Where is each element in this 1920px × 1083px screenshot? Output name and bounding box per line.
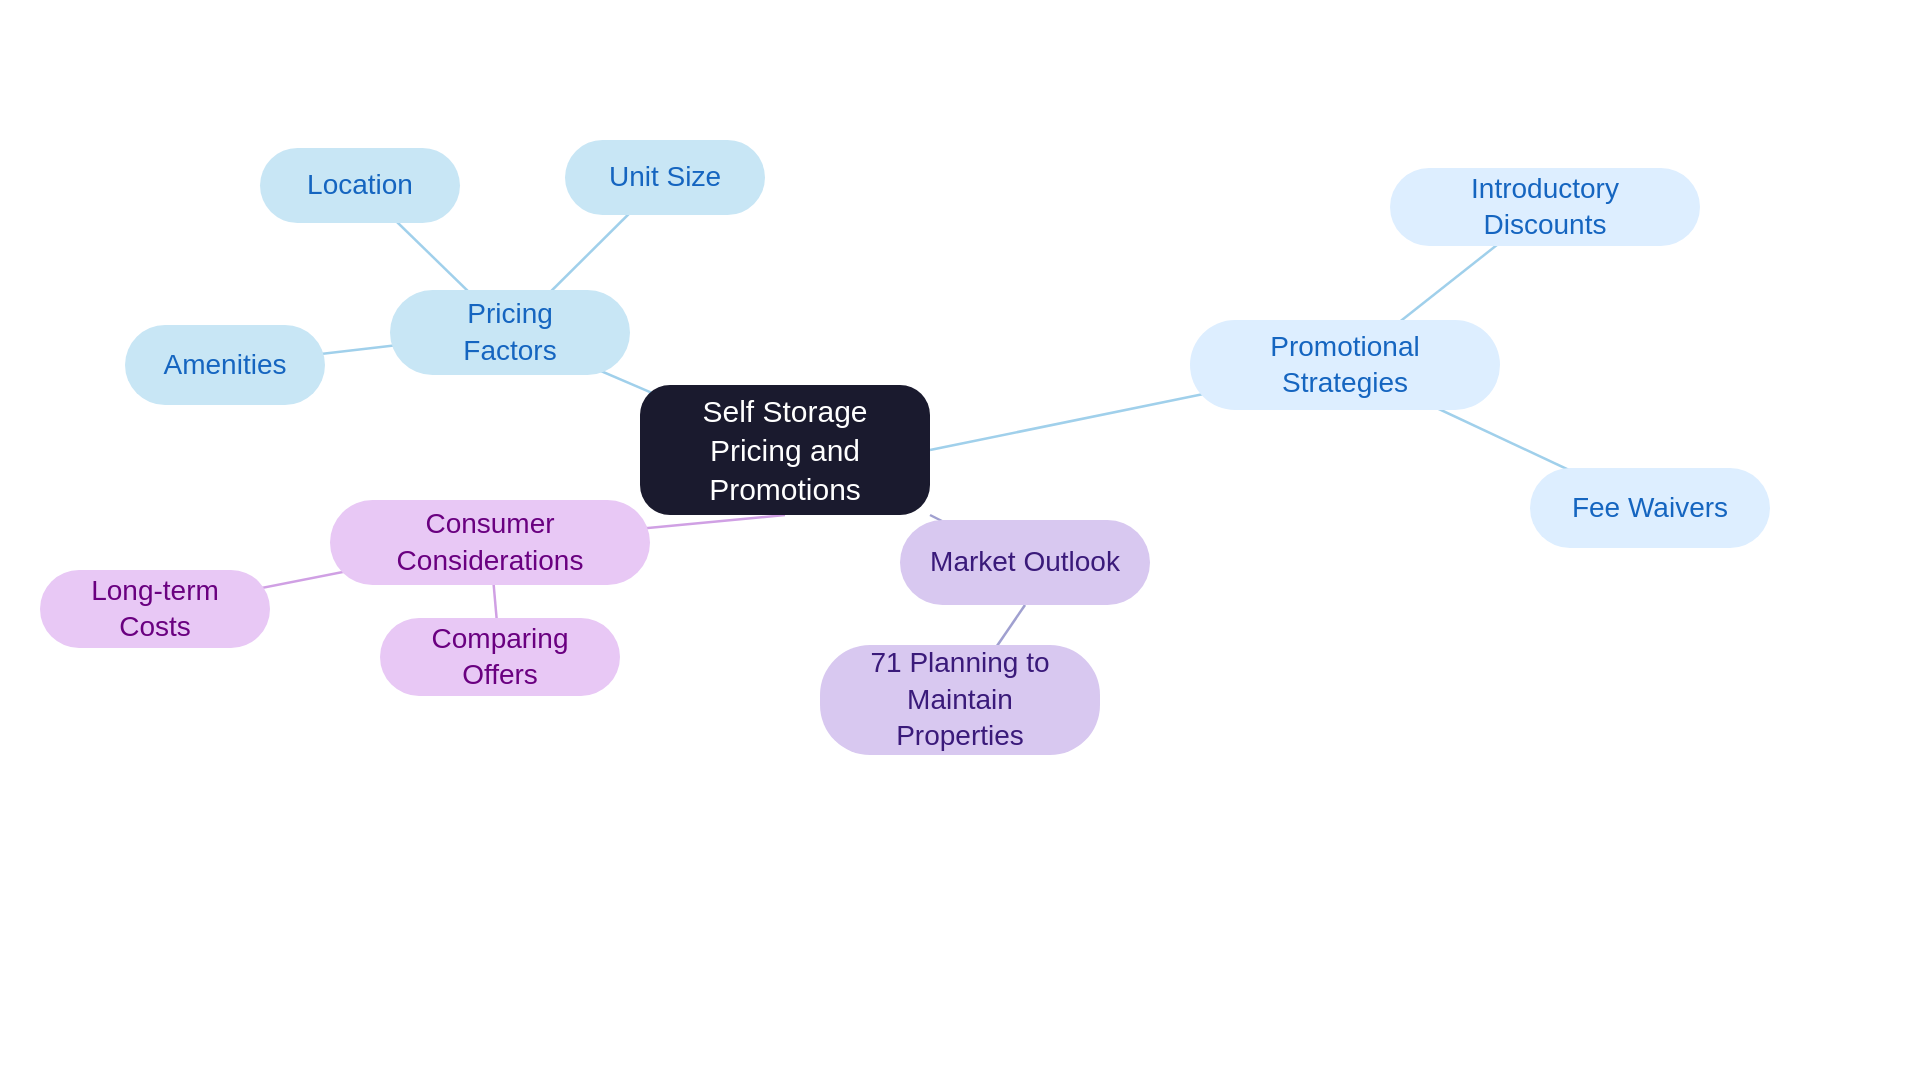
planning-maintain-node[interactable]: 71 Planning to Maintain Properties [820, 645, 1100, 755]
comparing-offers-node[interactable]: Comparing Offers [380, 618, 620, 696]
fee-waivers-node[interactable]: Fee Waivers [1530, 468, 1770, 548]
unit-size-node[interactable]: Unit Size [565, 140, 765, 215]
introductory-discounts-node[interactable]: Introductory Discounts [1390, 168, 1700, 246]
market-outlook-node[interactable]: Market Outlook [900, 520, 1150, 605]
consumer-considerations-node[interactable]: Consumer Considerations [330, 500, 650, 585]
promotional-strategies-node[interactable]: Promotional Strategies [1190, 320, 1500, 410]
pricing-factors-node[interactable]: Pricing Factors [390, 290, 630, 375]
center-node[interactable]: Self Storage Pricing and Promotions [640, 385, 930, 515]
location-node[interactable]: Location [260, 148, 460, 223]
long-term-costs-node[interactable]: Long-term Costs [40, 570, 270, 648]
amenities-node[interactable]: Amenities [125, 325, 325, 405]
